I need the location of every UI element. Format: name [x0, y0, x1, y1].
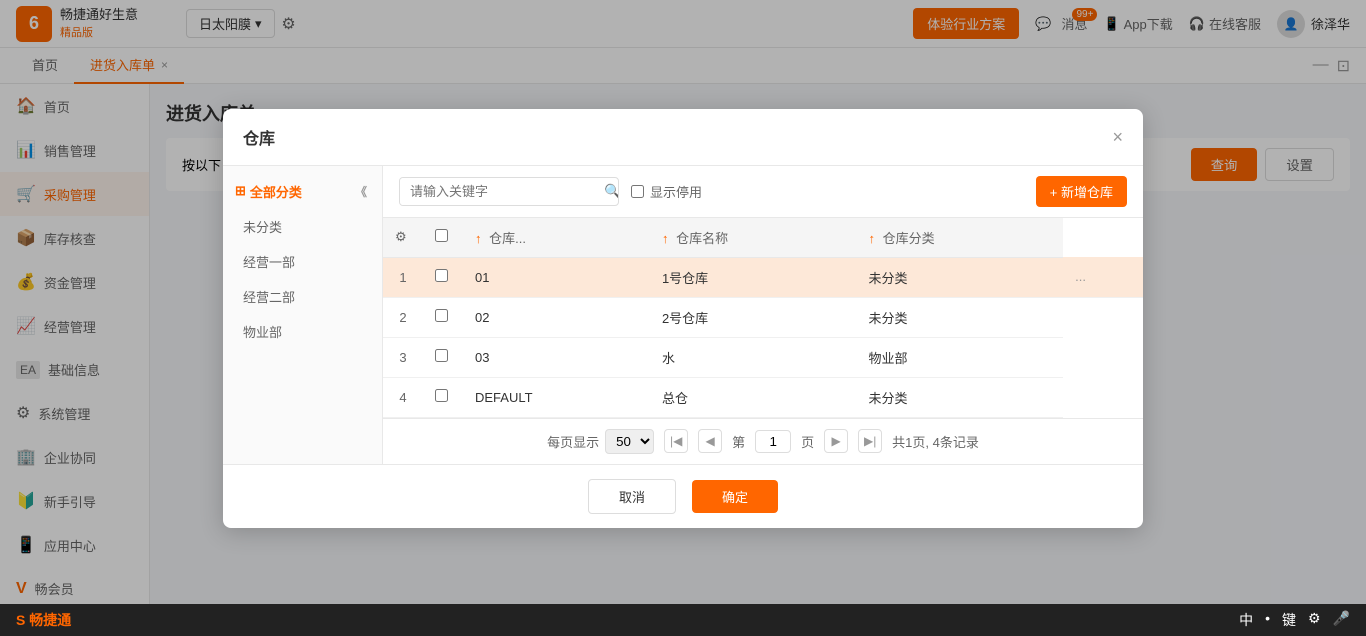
row-name: 水	[650, 337, 857, 377]
table-row[interactable]: 2 02 2号仓库 未分类	[383, 297, 1143, 337]
show-disabled-checkbox[interactable]	[631, 185, 644, 198]
chinese-icon[interactable]: 中	[1239, 610, 1253, 630]
modal-body: ⊞ 全部分类 《 未分类 经营一部 经营二部 物业部	[223, 166, 1143, 464]
search-input-wrap: 🔍	[399, 177, 619, 206]
category-unclassified[interactable]: 未分类	[223, 209, 382, 244]
row-category: 未分类	[857, 297, 1064, 337]
row-name: 2号仓库	[650, 297, 857, 337]
all-categories-header[interactable]: ⊞ 全部分类 《	[223, 174, 382, 209]
row-checkbox[interactable]	[423, 257, 463, 297]
bottom-bar: S 畅捷通 中 • 键 ⚙ 🎤	[0, 604, 1366, 636]
per-page-wrap: 每页显示 50	[547, 429, 654, 454]
keyboard-icon[interactable]: 键	[1282, 610, 1296, 630]
row-category: 未分类	[857, 257, 1064, 297]
row-category: 物业部	[857, 337, 1064, 377]
row-category: 未分类	[857, 377, 1064, 417]
table-row[interactable]: 3 03 水 物业部	[383, 337, 1143, 377]
modal-main-content: 🔍 显示停用 + 新增仓库 ⚙	[383, 166, 1143, 464]
row-code: 01	[463, 257, 650, 297]
confirm-button[interactable]: 确定	[692, 480, 778, 513]
row-code: 02	[463, 297, 650, 337]
modal-title: 仓库	[243, 125, 275, 149]
select-all-checkbox[interactable]	[435, 229, 448, 242]
th-checkbox	[423, 218, 463, 258]
sort-icon-name: ↑	[662, 231, 669, 246]
row-checkbox[interactable]	[423, 337, 463, 377]
row-checkbox[interactable]	[423, 377, 463, 417]
modal-close-button[interactable]: ×	[1112, 128, 1123, 146]
all-categories-label: 全部分类	[250, 182, 302, 201]
show-disabled-label[interactable]: 显示停用	[631, 182, 702, 201]
th-name: ↑ 仓库名称	[650, 218, 857, 258]
modal-overlay: 仓库 × ⊞ 全部分类 《 未分类 经营一部	[0, 0, 1366, 636]
total-info: 共1页, 4条记录	[892, 432, 979, 451]
bottom-logo: S 畅捷通	[16, 610, 71, 630]
table-row[interactable]: 1 01 1号仓库 未分类 ...	[383, 257, 1143, 297]
pagination: 每页显示 50 |◀ ◀ 第 页 ▶ ▶| 共1页, 4条记录	[383, 418, 1143, 464]
prev-page-button[interactable]: ◀	[698, 429, 722, 453]
page-suffix: 页	[801, 432, 814, 451]
category-property[interactable]: 物业部	[223, 314, 382, 349]
modal-header: 仓库 ×	[223, 109, 1143, 166]
mic-icon[interactable]: 🎤	[1333, 610, 1350, 630]
dot-icon: •	[1265, 610, 1270, 630]
modal-actions: 取消 确定	[223, 464, 1143, 528]
add-warehouse-button[interactable]: + 新增仓库	[1036, 176, 1127, 207]
settings2-icon[interactable]: ⚙	[1308, 610, 1321, 630]
search-input[interactable]	[400, 178, 596, 205]
row-name: 总仓	[650, 377, 857, 417]
last-page-button[interactable]: ▶|	[858, 429, 882, 453]
th-settings: ⚙	[383, 218, 423, 258]
category-ops1[interactable]: 经营一部	[223, 244, 382, 279]
page-label: 第	[732, 432, 745, 451]
per-page-select[interactable]: 50	[605, 429, 654, 454]
settings-icon: ⚙	[395, 229, 407, 244]
row-actions[interactable]: ...	[1063, 257, 1143, 297]
per-page-label: 每页显示	[547, 432, 599, 451]
row-num: 2	[383, 297, 423, 337]
sort-icon: ↑	[475, 231, 482, 246]
search-button[interactable]: 🔍	[596, 183, 619, 200]
row-num: 1	[383, 257, 423, 297]
cancel-button[interactable]: 取消	[588, 479, 676, 514]
first-page-button[interactable]: |◀	[664, 429, 688, 453]
next-page-button[interactable]: ▶	[824, 429, 848, 453]
collapse-icon[interactable]: 《	[352, 182, 370, 200]
table-header-row: ⚙ ↑ 仓库... ↑	[383, 218, 1143, 258]
warehouse-modal: 仓库 × ⊞ 全部分类 《 未分类 经营一部	[223, 109, 1143, 528]
modal-toolbar: 🔍 显示停用 + 新增仓库	[383, 166, 1143, 218]
category-ops2[interactable]: 经营二部	[223, 279, 382, 314]
modal-category-sidebar: ⊞ 全部分类 《 未分类 经营一部 经营二部 物业部	[223, 166, 383, 464]
grid-icon: ⊞	[235, 183, 246, 199]
row-num: 4	[383, 377, 423, 417]
row-num: 3	[383, 337, 423, 377]
row-code: DEFAULT	[463, 377, 650, 417]
page-input[interactable]	[755, 430, 791, 453]
warehouse-table: ⚙ ↑ 仓库... ↑	[383, 218, 1143, 418]
th-category: ↑ 仓库分类	[857, 218, 1064, 258]
row-name: 1号仓库	[650, 257, 857, 297]
row-checkbox[interactable]	[423, 297, 463, 337]
table-row[interactable]: 4 DEFAULT 总仓 未分类	[383, 377, 1143, 417]
th-code: ↑ 仓库...	[463, 218, 650, 258]
bottom-icons: 中 • 键 ⚙ 🎤	[1239, 610, 1350, 630]
row-code: 03	[463, 337, 650, 377]
sort-icon-cat: ↑	[869, 231, 876, 246]
